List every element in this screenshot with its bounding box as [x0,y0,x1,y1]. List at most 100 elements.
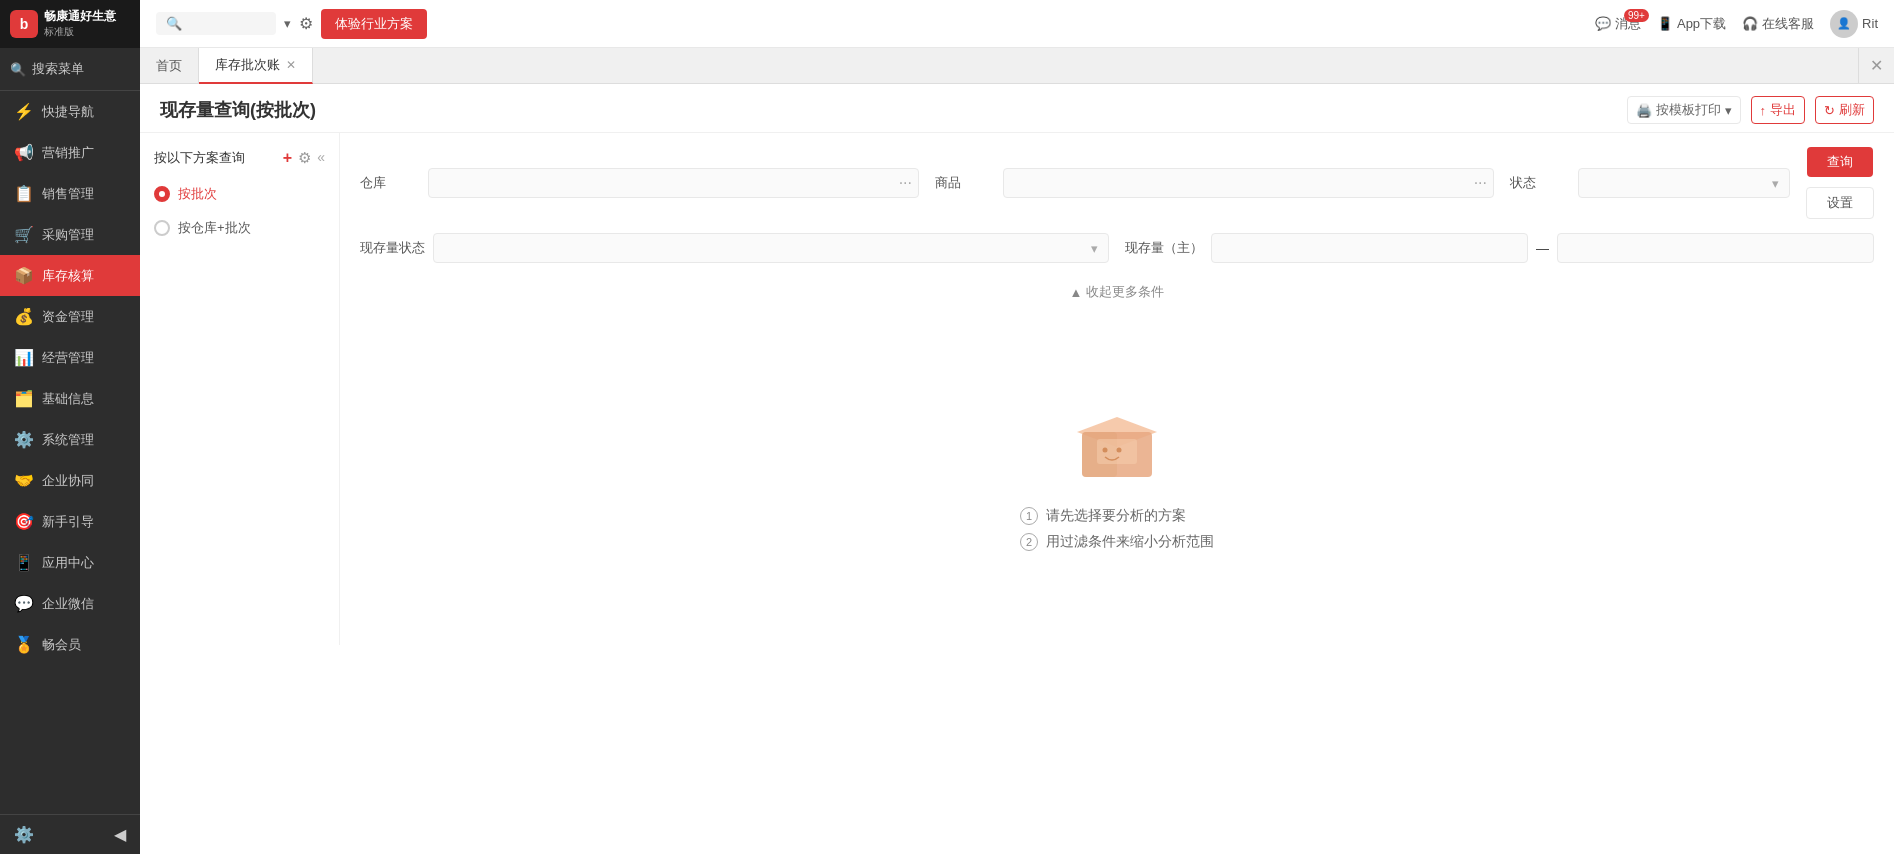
tab-close-icon[interactable]: ✕ [286,58,296,72]
empty-state: 1 请先选择要分析的方案 2 用过滤条件来缩小分析范围 [360,307,1874,631]
collapse-up-icon: ▲ [1070,285,1083,300]
warehouse-label: 仓库 [360,174,420,192]
main-area: 🔍 ▾ ⚙ 体验行业方案 💬 消息 99+ 📱 App下载 🎧 在线客服 [140,0,1894,854]
hint-text-2: 用过滤条件来缩小分析范围 [1046,533,1214,551]
online-service-label: 在线客服 [1762,15,1814,33]
filter-option-by-batch[interactable]: 按批次 [140,177,339,211]
sidebar-search-label: 搜索菜单 [32,60,84,78]
tab-panel-close-btn[interactable]: ✕ [1858,48,1894,84]
collapse-sidebar-icon[interactable]: ◀ [114,825,126,844]
sidebar-item-wechat[interactable]: 💬 企业微信 [0,583,140,624]
user-profile-btn[interactable]: 👤 Rit [1830,10,1878,38]
empty-hint-1: 1 请先选择要分析的方案 [1020,507,1214,525]
chevron-down-icon: ▾ [1091,241,1098,256]
filter-option-by-warehouse-batch[interactable]: 按仓库+批次 [140,211,339,245]
query-btn[interactable]: 查询 [1807,147,1873,177]
warehouse-input[interactable]: ··· [428,168,919,198]
sidebar-item-label: 基础信息 [42,390,94,408]
sidebar-item-label: 畅会员 [42,636,81,654]
collapse-more-btn[interactable]: ▲ 收起更多条件 [360,277,1874,307]
topbar-search-box[interactable]: 🔍 [156,12,276,35]
sidebar-footer: ⚙️ ◀ [0,814,140,854]
system-icon: ⚙️ [14,430,34,449]
inventory-qty-to[interactable] [1557,233,1874,263]
trial-btn[interactable]: 体验行业方案 [321,9,427,39]
sidebar-item-member[interactable]: 🏅 畅会员 [0,624,140,665]
query-action-btns: 查询 设置 [1806,147,1874,219]
sidebar-item-basic[interactable]: 🗂️ 基础信息 [0,378,140,419]
inventory-qty-field: 现存量（主） — [1125,233,1874,263]
sidebar-search-area[interactable]: 🔍 搜索菜单 [0,48,140,91]
content-area: 现存量查询(按批次) 🖨️ 按模板打印 ▾ ↑ 导出 ↻ 刷新 [140,84,1894,854]
messages-icon: 💬 [1595,16,1611,31]
tab-batch-account[interactable]: 库存批次账 ✕ [199,48,313,84]
filter-option-by-warehouse-batch-label: 按仓库+批次 [178,219,251,237]
topbar-left: 🔍 ▾ ⚙ 体验行业方案 [156,9,1583,39]
print-btn[interactable]: 🖨️ 按模板打印 ▾ [1627,96,1741,124]
filter-panel: 按以下方案查询 + ⚙ « 按批次 按仓库+批次 [140,133,1894,645]
radio-by-batch [154,186,170,202]
inventory-qty-from[interactable] [1211,233,1528,263]
warehouse-dots[interactable]: ··· [893,174,918,192]
export-btn[interactable]: ↑ 导出 [1751,96,1806,124]
sidebar-item-finance[interactable]: 💰 资金管理 [0,296,140,337]
hint-num-2: 2 [1020,533,1038,551]
sidebar-item-enterprise[interactable]: 🤝 企业协同 [0,460,140,501]
print-icon: 🖨️ [1636,103,1652,118]
product-field: 商品 ··· [935,168,1494,198]
product-input[interactable]: ··· [1003,168,1494,198]
filter-settings-icon[interactable]: ⚙ [298,149,311,167]
collapse-more-label: 收起更多条件 [1086,283,1164,301]
sidebar-item-marketing[interactable]: 📢 营销推广 [0,132,140,173]
filter-add-icon[interactable]: + [283,149,292,167]
print-dropdown-icon: ▾ [1725,103,1732,118]
settings-icon[interactable]: ⚙️ [14,825,34,844]
online-service-btn[interactable]: 🎧 在线客服 [1742,15,1814,33]
product-label: 商品 [935,174,995,192]
inventory-qty-label: 现存量（主） [1125,239,1203,257]
sidebar-item-sales[interactable]: 📋 销售管理 [0,173,140,214]
tabbar: 首页 库存批次账 ✕ ✕ [140,48,1894,84]
sidebar-item-apps[interactable]: 📱 应用中心 [0,542,140,583]
sidebar-search-btn[interactable]: 🔍 搜索菜单 [10,56,130,82]
status-label: 状态 [1510,174,1570,192]
app-download-btn[interactable]: 📱 App下载 [1657,15,1726,33]
sidebar-item-newbie[interactable]: 🎯 新手引导 [0,501,140,542]
member-icon: 🏅 [14,635,34,654]
topbar-gear-icon[interactable]: ⚙ [299,14,313,33]
newbie-icon: 🎯 [14,512,34,531]
inventory-status-label: 现存量状态 [360,239,425,257]
sidebar-item-purchase[interactable]: 🛒 采购管理 [0,214,140,255]
marketing-icon: 📢 [14,143,34,162]
messages-btn[interactable]: 💬 消息 99+ [1595,15,1641,33]
query-row-1: 仓库 ··· 商品 ··· 状态 [360,147,1874,219]
app-version: 标准版 [44,25,116,39]
messages-badge: 99+ [1624,9,1649,22]
tab-home[interactable]: 首页 [140,48,199,84]
status-select[interactable]: ▾ [1578,168,1790,198]
refresh-btn[interactable]: ↻ 刷新 [1815,96,1874,124]
app-logo: b [10,10,38,38]
product-dots[interactable]: ··· [1468,174,1493,192]
warehouse-field: 仓库 ··· [360,168,919,198]
user-avatar-text: 👤 [1837,17,1851,30]
inventory-status-select[interactable]: ▾ [433,233,1109,263]
search-icon: 🔍 [10,62,26,77]
filter-sidebar: 按以下方案查询 + ⚙ « 按批次 按仓库+批次 [140,133,340,645]
filter-collapse-icon[interactable]: « [317,149,325,167]
topbar-dropdown-btn[interactable]: ▾ [284,16,291,31]
settings-btn[interactable]: 设置 [1806,187,1874,219]
finance-icon: 💰 [14,307,34,326]
svg-point-5 [1117,448,1122,453]
empty-svg [1067,387,1167,487]
inventory-icon: 📦 [14,266,34,285]
status-field: 状态 ▾ [1510,168,1790,198]
sidebar-item-system[interactable]: ⚙️ 系统管理 [0,419,140,460]
page-actions: 🖨️ 按模板打印 ▾ ↑ 导出 ↻ 刷新 [1627,96,1875,124]
sidebar-item-inventory[interactable]: 📦 库存核算 [0,255,140,296]
sidebar-item-quicknav[interactable]: ⚡ 快捷导航 [0,91,140,132]
sidebar-item-label: 应用中心 [42,554,94,572]
sidebar-item-label: 库存核算 [42,267,94,285]
sidebar-item-operation[interactable]: 📊 经营管理 [0,337,140,378]
app-title-block: 畅康通好生意 标准版 [44,9,116,39]
